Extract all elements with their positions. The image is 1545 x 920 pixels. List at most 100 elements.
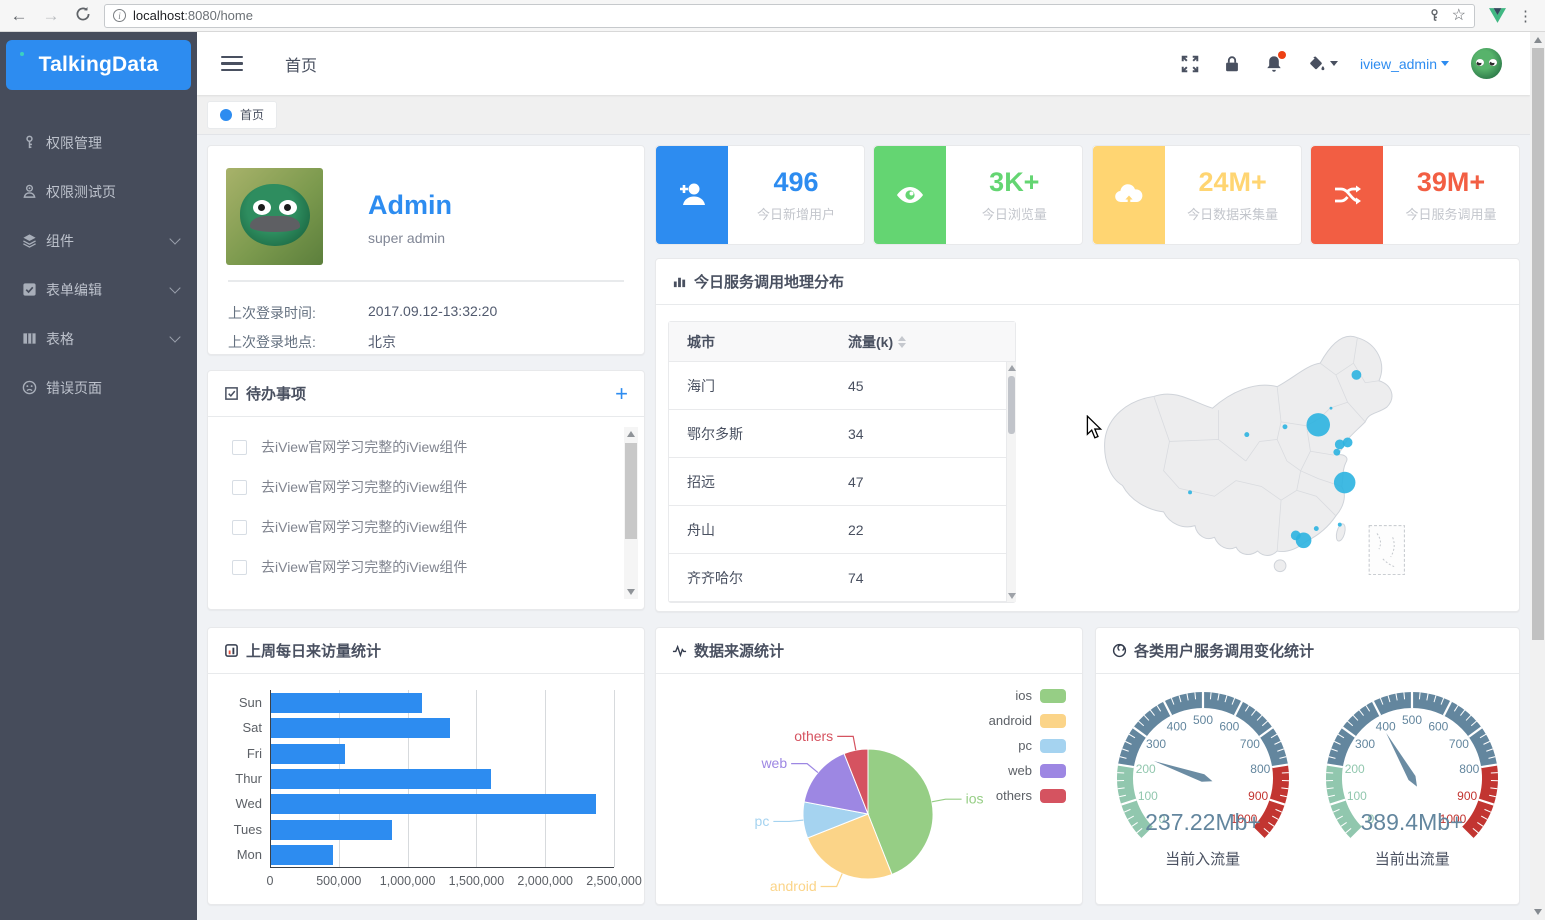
bar[interactable] [271,693,422,713]
bar[interactable] [271,769,491,789]
legend-item-pc[interactable]: pc [989,738,1066,753]
gauge-zone [1335,700,1489,766]
gauge-tick-label: 900 [1248,789,1268,803]
city-bubble[interactable] [1314,526,1319,531]
sidebar-item-components[interactable]: 组件 [0,216,197,265]
x-axis-label: 1,000,000 [380,874,436,888]
sidebar-item-permission-admin[interactable]: 权限管理 [0,118,197,167]
todo-item: 去iView官网学习完整的iView组件 [208,547,618,587]
address-bar[interactable]: i localhost:8080/home ☆ [104,4,1475,28]
city-bubble[interactable] [1244,432,1249,437]
x-axis-label: 500,000 [316,874,361,888]
city-bubble[interactable] [1330,407,1333,410]
city-bubble[interactable] [1291,531,1301,541]
page-scrollbar[interactable] [1530,32,1545,920]
data-source-card: 数据来源统计 iosandroidpcwebothers iosandroidp… [655,627,1083,905]
gauge-tick-label: 100 [1347,789,1367,803]
gauge-icon [1112,643,1127,658]
y-axis-label: Wed [210,796,262,811]
city-bubble[interactable] [1333,449,1340,456]
vue-devtools-icon[interactable] [1489,8,1506,23]
pulse-icon [672,643,687,658]
app-header: 首页 iview_admin [197,32,1530,95]
browser-back-button[interactable]: ← [8,7,30,24]
table-scrollbar[interactable] [1006,362,1016,602]
browser-menu-icon[interactable]: ⋮ [1518,7,1533,25]
sidebar-item-label: 表格 [46,329,74,349]
x-axis-label: 1,500,000 [449,874,505,888]
legend-item-others[interactable]: others [989,788,1066,803]
x-axis-label: 2,500,000 [586,874,642,888]
city-bubble[interactable] [1307,413,1330,436]
browser-reload-button[interactable] [72,6,94,25]
table-header-row: 城市 流量(k) [669,322,1015,362]
stat-label: 今日服务调用量 [1405,204,1496,223]
theme-switch-button[interactable] [1306,54,1338,74]
gauge-tick-label: 400 [1376,719,1396,733]
tag-home[interactable]: 首页 [207,101,277,129]
todo-checkbox[interactable] [232,520,247,535]
browser-forward-button[interactable]: → [40,7,62,24]
bookmark-star-icon[interactable]: ☆ [1452,8,1466,24]
gauge-zone [1126,700,1280,766]
header-avatar[interactable] [1471,48,1502,79]
todo-checkbox[interactable] [232,560,247,575]
city-bubble[interactable] [1283,424,1288,429]
gauge-tick-label: 200 [1135,762,1155,776]
china-map [1054,321,1514,603]
sidebar-item-label: 权限测试页 [46,182,116,202]
sidebar-item-permission-test[interactable]: 权限测试页 [0,167,197,216]
sort-icons[interactable] [898,336,906,348]
bar[interactable] [271,744,345,764]
fullscreen-button[interactable] [1180,54,1200,74]
collapse-menu-button[interactable] [221,52,243,76]
gauge-chart: 01002003004005006007008009001000389.4Mb+ [1309,686,1515,846]
todo-scrollbar[interactable] [624,427,638,599]
pie-label: ios [966,791,984,807]
layers-icon [22,233,37,248]
city-bubble[interactable] [1352,370,1362,380]
notifications-button[interactable] [1264,54,1284,74]
opened-tags-bar: 首页 [197,95,1530,135]
gauge-tick-label: 500 [1402,713,1422,727]
todo-item: 去iView官网学习完整的iView组件 [208,427,618,467]
todo-checkbox[interactable] [232,480,247,495]
stat-value: 496 [773,167,818,198]
pie-label-line [791,764,818,773]
gauge-tick-label: 700 [1449,737,1469,751]
city-bubble[interactable] [1343,438,1353,448]
sidebar-item-form-edit[interactable]: 表单编辑 [0,265,197,314]
bar[interactable] [271,820,392,840]
page-info-icon[interactable]: i [113,9,126,22]
y-axis-label: Thur [210,771,262,786]
bar[interactable] [271,718,450,738]
last-login-place-row: 上次登录地点:北京 [228,332,316,352]
sidebar-item-table[interactable]: 表格 [0,314,197,363]
legend-item-ios[interactable]: ios [989,688,1066,703]
gauge-tick-label: 800 [1460,762,1480,776]
table-row: 齐齐哈尔74 [669,554,1015,602]
card-title: 今日服务调用地理分布 [694,271,844,292]
key-icon [22,135,37,150]
gauge-label: 当前出流量 [1375,848,1450,869]
lock-screen-button[interactable] [1222,54,1242,74]
user-menu[interactable]: iview_admin [1360,56,1449,72]
column-header-traffic[interactable]: 流量(k) [844,332,1015,352]
todo-checkbox[interactable] [232,440,247,455]
pie-label-line [837,736,856,750]
city-bubble[interactable] [1338,523,1342,527]
bar[interactable] [271,794,596,814]
add-todo-button[interactable]: + [615,381,628,407]
todo-item: 去iView官网学习完整的iView组件 [208,507,618,547]
legend-item-android[interactable]: android [989,713,1066,728]
legend-label: web [1008,763,1032,778]
gauge-tick-label: 800 [1250,762,1270,776]
app-logo[interactable]: TalkingData [6,40,191,90]
city-bubble[interactable] [1188,490,1192,494]
bar[interactable] [271,845,333,865]
password-key-icon[interactable] [1427,8,1442,23]
scrollbar-thumb[interactable] [1532,48,1544,640]
legend-item-web[interactable]: web [989,763,1066,778]
city-bubble[interactable] [1334,472,1356,494]
sidebar-item-error-pages[interactable]: 错误页面 [0,363,197,412]
